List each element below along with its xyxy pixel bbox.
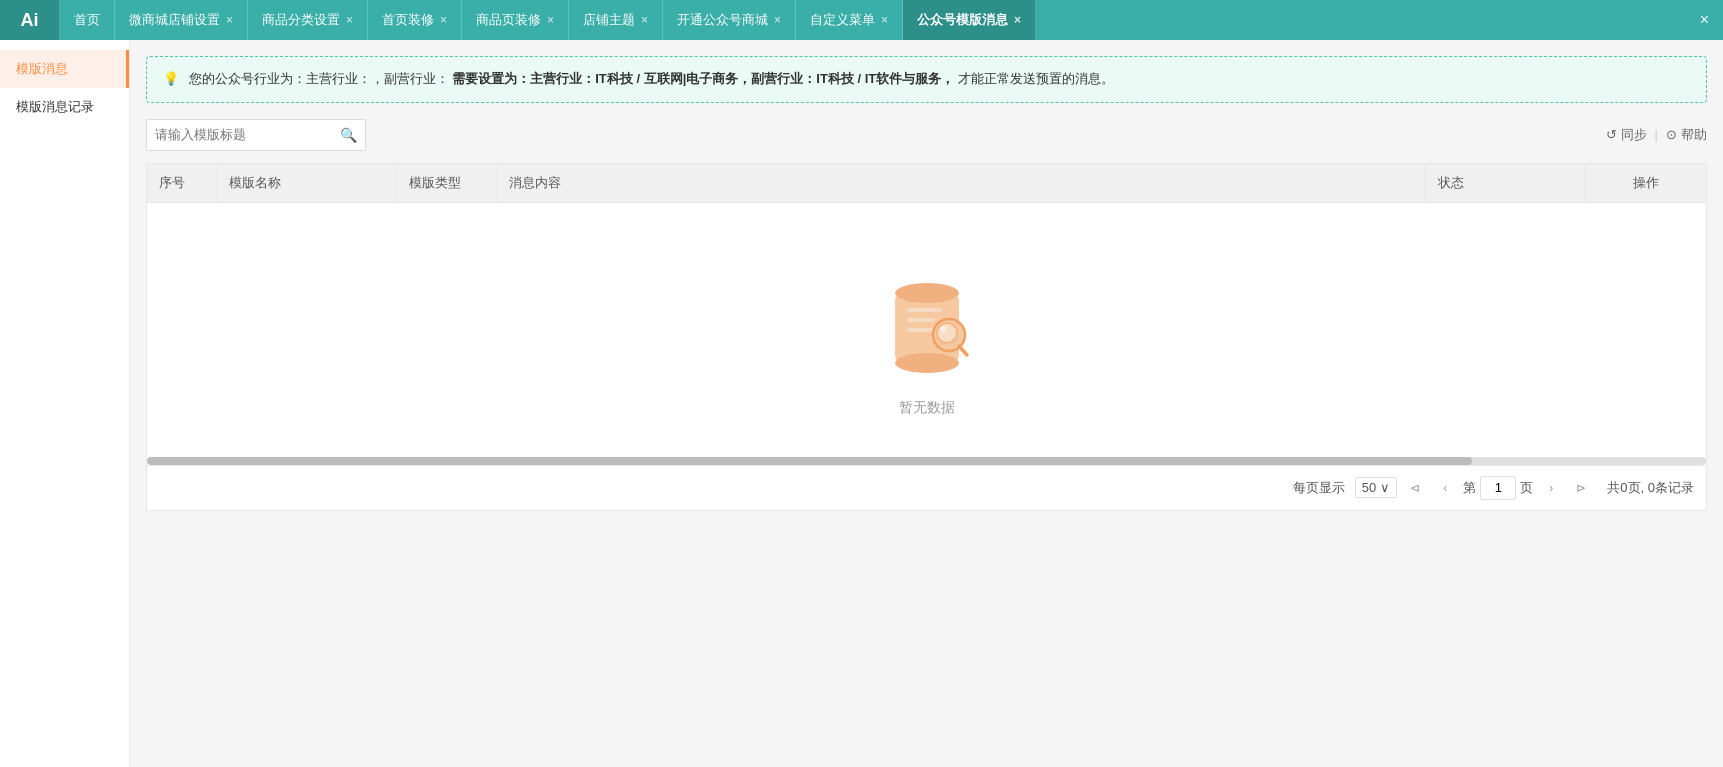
sync-button[interactable]: ↺ 同步: [1606, 126, 1647, 144]
tab-home-decor-close[interactable]: ×: [440, 13, 447, 27]
sync-icon: ↺: [1606, 127, 1617, 142]
tab-micro-store[interactable]: 微商城店铺设置 ×: [115, 0, 248, 40]
page-label-after: 页: [1520, 479, 1533, 497]
col-header-action: 操作: [1586, 164, 1706, 202]
tab-custom-menu[interactable]: 自定义菜单 ×: [796, 0, 903, 40]
svg-line-9: [959, 346, 967, 355]
tab-bar: Ai 首页 微商城店铺设置 × 商品分类设置 × 首页装修 × 商品页装修 × …: [0, 0, 1723, 40]
content-area: 💡 您的公众号行业为：主营行业：，副营行业： 需要设置为：主营行业：IT科技 /…: [130, 40, 1723, 767]
tab-home[interactable]: 首页: [60, 0, 115, 40]
help-icon: ⊙: [1666, 127, 1677, 142]
tab-product-category-close[interactable]: ×: [346, 13, 353, 27]
notice-text-suffix: 才能正常发送预置的消息。: [958, 71, 1114, 86]
page-size-label: 每页显示: [1293, 479, 1345, 497]
tab-product-decor-label: 商品页装修: [476, 11, 541, 29]
table-header: 序号 模版名称 模版类型 消息内容 状态 操作: [147, 164, 1706, 203]
svg-point-8: [937, 323, 957, 343]
tab-store-theme-label: 店铺主题: [583, 11, 635, 29]
tab-product-category-label: 商品分类设置: [262, 11, 340, 29]
col-header-name: 模版名称: [217, 164, 397, 202]
svg-rect-5: [907, 318, 935, 322]
col-header-type: 模版类型: [397, 164, 497, 202]
notice-box: 💡 您的公众号行业为：主营行业：，副营行业： 需要设置为：主营行业：IT科技 /…: [146, 56, 1707, 103]
svg-rect-4: [907, 308, 942, 312]
scrollbar-thumb: [147, 457, 1472, 465]
global-close-button[interactable]: ×: [1686, 11, 1723, 29]
page-prev-button[interactable]: ‹: [1433, 476, 1457, 500]
search-bar: 🔍 ↺ 同步 | ⊙ 帮助: [146, 119, 1707, 151]
tab-open-store[interactable]: 开通公众号商城 ×: [663, 0, 796, 40]
tab-product-decor-close[interactable]: ×: [547, 13, 554, 27]
svg-point-3: [895, 353, 959, 373]
search-input[interactable]: [155, 127, 340, 142]
pagination-total: 共0页, 0条记录: [1607, 479, 1694, 497]
empty-state: 暂无数据: [147, 203, 1706, 457]
sidebar: 模版消息 模版消息记录: [0, 40, 130, 767]
empty-text: 暂无数据: [899, 399, 955, 417]
page-last-button[interactable]: ⊳: [1569, 476, 1593, 500]
tab-store-theme-close[interactable]: ×: [641, 13, 648, 27]
col-header-content: 消息内容: [497, 164, 1426, 202]
tab-home-decor[interactable]: 首页装修 ×: [368, 0, 462, 40]
tab-custom-menu-label: 自定义菜单: [810, 11, 875, 29]
page-input-wrap: 第 页: [1463, 476, 1533, 500]
table: 序号 模版名称 模版类型 消息内容 状态 操作: [146, 163, 1707, 511]
page-input[interactable]: [1480, 476, 1516, 500]
tab-template-msg[interactable]: 公众号模版消息 ×: [903, 0, 1036, 40]
page-size-chevron: ∨: [1380, 480, 1390, 495]
tab-store-theme[interactable]: 店铺主题 ×: [569, 0, 663, 40]
tab-home-decor-label: 首页装修: [382, 11, 434, 29]
svg-point-2: [895, 283, 959, 303]
tab-open-store-close[interactable]: ×: [774, 13, 781, 27]
tab-template-msg-label: 公众号模版消息: [917, 11, 1008, 29]
search-icon[interactable]: 🔍: [340, 127, 357, 143]
col-header-seq: 序号: [147, 164, 217, 202]
svg-point-10: [940, 326, 946, 332]
app-logo: Ai: [0, 0, 60, 40]
help-button[interactable]: ⊙ 帮助: [1666, 126, 1707, 144]
help-label: 帮助: [1681, 126, 1707, 144]
search-input-wrap: 🔍: [146, 119, 366, 151]
page-size-select[interactable]: 50 ∨: [1355, 477, 1397, 498]
sync-label: 同步: [1621, 126, 1647, 144]
horizontal-scrollbar[interactable]: [147, 457, 1706, 465]
page-size-value: 50: [1362, 480, 1376, 495]
notice-icon: 💡: [163, 71, 179, 86]
page-next-button[interactable]: ›: [1539, 476, 1563, 500]
tab-open-store-label: 开通公众号商城: [677, 11, 768, 29]
pagination: 每页显示 50 ∨ ⊲ ‹ 第 页 › ⊳ 共0页, 0条记录: [147, 465, 1706, 510]
tab-product-category[interactable]: 商品分类设置 ×: [248, 0, 368, 40]
toolbar-divider: |: [1655, 127, 1658, 142]
page-first-button[interactable]: ⊲: [1403, 476, 1427, 500]
tab-home-label: 首页: [74, 11, 100, 29]
empty-state-icon: [867, 263, 987, 383]
tab-micro-store-close[interactable]: ×: [226, 13, 233, 27]
tab-product-decor[interactable]: 商品页装修 ×: [462, 0, 569, 40]
col-header-status: 状态: [1426, 164, 1586, 202]
toolbar-right: ↺ 同步 | ⊙ 帮助: [1606, 126, 1707, 144]
sidebar-item-template-msg-log[interactable]: 模版消息记录: [0, 88, 129, 126]
sidebar-item-template-msg[interactable]: 模版消息: [0, 50, 129, 88]
main-layout: 模版消息 模版消息记录 💡 您的公众号行业为：主营行业：，副营行业： 需要设置为…: [0, 40, 1723, 767]
tab-micro-store-label: 微商城店铺设置: [129, 11, 220, 29]
tab-template-msg-close[interactable]: ×: [1014, 13, 1021, 27]
notice-text-highlight: 需要设置为：主营行业：IT科技 / 互联网|电子商务，副营行业：IT科技 / I…: [452, 71, 954, 86]
notice-text-prefix: 您的公众号行业为：主营行业：，副营行业：: [189, 71, 449, 86]
page-label-before: 第: [1463, 479, 1476, 497]
tab-custom-menu-close[interactable]: ×: [881, 13, 888, 27]
